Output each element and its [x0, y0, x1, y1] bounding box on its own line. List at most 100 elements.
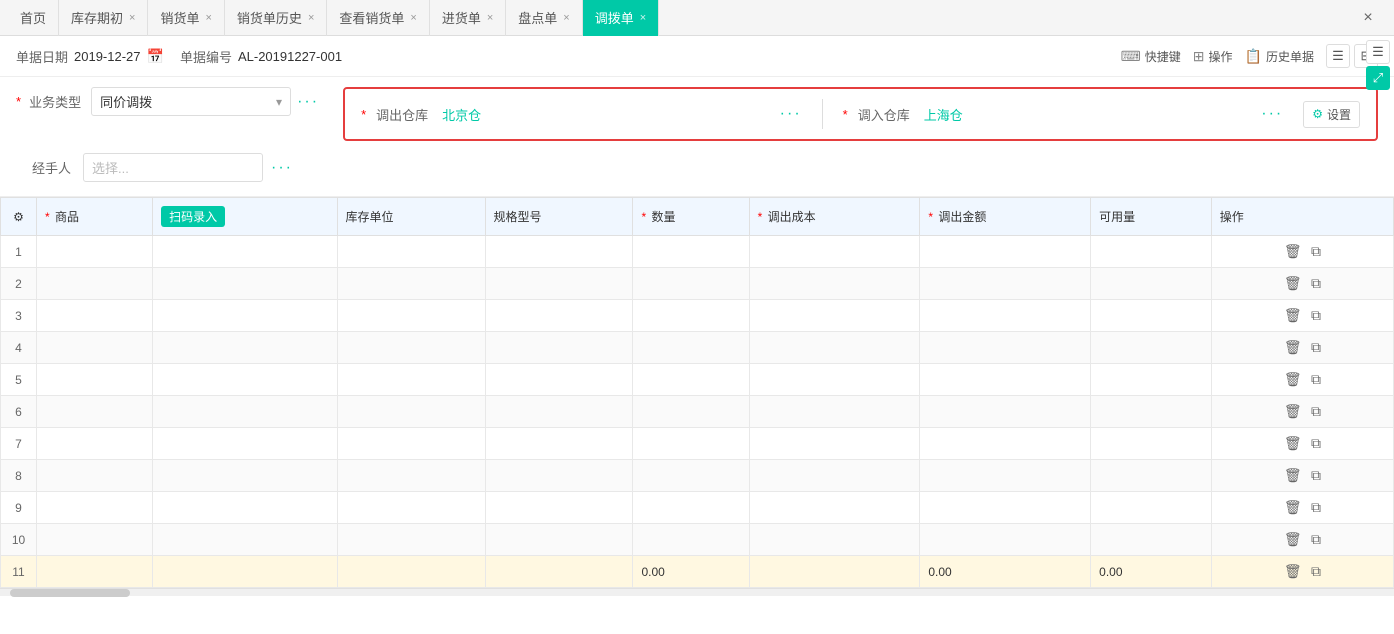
- delete-icon[interactable]: 🗑: [1284, 435, 1302, 451]
- row-num: 2: [1, 268, 37, 300]
- settings-gear-icon: ⚙: [1312, 107, 1323, 121]
- copy-icon[interactable]: ⧉: [1311, 563, 1321, 579]
- row-scan: [153, 236, 337, 268]
- doc-no-label: 单据编号: [180, 47, 232, 66]
- scan-button[interactable]: 扫码录入: [161, 206, 225, 227]
- tab-close-transfer-order[interactable]: ×: [640, 12, 646, 24]
- row-product[interactable]: [37, 236, 153, 268]
- operation-action[interactable]: ⊞ 操作: [1193, 48, 1233, 65]
- copy-icon[interactable]: ⧉: [1311, 275, 1321, 291]
- col-amount: 调出金额: [920, 198, 1091, 236]
- tab-view-sales[interactable]: 查看销货单 ×: [327, 0, 429, 36]
- handler-more-btn[interactable]: ···: [271, 159, 293, 177]
- shortcut-action[interactable]: ⌨ 快捷键: [1121, 48, 1181, 65]
- toolbar-right: ⌨ 快捷键 ⊞ 操作 📋 历史单据 ☰ ⊟: [1121, 44, 1378, 68]
- delete-icon[interactable]: 🗑: [1284, 275, 1302, 291]
- right-sidebar: ☰ ⤢: [1362, 36, 1394, 94]
- copy-icon[interactable]: ⧉: [1311, 435, 1321, 451]
- delete-icon[interactable]: 🗑: [1284, 531, 1302, 547]
- tab-close-inventory-count[interactable]: ×: [563, 12, 569, 24]
- settings-button[interactable]: ⚙ 设置: [1303, 101, 1360, 128]
- row-num: 10: [1, 524, 37, 556]
- copy-icon[interactable]: ⧉: [1311, 467, 1321, 483]
- tab-home[interactable]: 首页: [8, 0, 59, 36]
- copy-icon[interactable]: ⧉: [1311, 531, 1321, 547]
- col-cost: 调出成本: [749, 198, 920, 236]
- col-product: 商品: [37, 198, 153, 236]
- table-container: ⚙ 商品 扫码录入 库存单位 规格型号 数量 调出成本: [0, 197, 1394, 588]
- tab-inventory-count[interactable]: 盘点单 ×: [506, 0, 582, 36]
- tab-transfer-order[interactable]: 调拨单 ×: [583, 0, 659, 36]
- sidebar-expand-icon[interactable]: ⤢: [1366, 66, 1390, 90]
- view-list-icon[interactable]: ☰: [1326, 44, 1350, 68]
- col-ops: 操作: [1211, 198, 1393, 236]
- scroll-thumb[interactable]: [10, 589, 130, 597]
- table-row: 7 🗑 ⧉: [1, 428, 1394, 460]
- table-row: 1 🗑 ⧉: [1, 236, 1394, 268]
- copy-icon[interactable]: ⧉: [1311, 371, 1321, 387]
- row-ops: 🗑 ⧉: [1211, 236, 1393, 268]
- row-ops: 🗑 ⧉: [1211, 396, 1393, 428]
- tab-close-inventory-init[interactable]: ×: [129, 12, 135, 24]
- copy-icon[interactable]: ⧉: [1311, 307, 1321, 323]
- toolbar: 单据日期 2019-12-27 📅 单据编号 AL-20191227-001 ⌨…: [0, 36, 1394, 77]
- table-row: 4 🗑 ⧉: [1, 332, 1394, 364]
- tab-close-sales-history[interactable]: ×: [308, 12, 314, 24]
- date-field-group: 单据日期 2019-12-27 📅: [16, 47, 164, 66]
- tab-sales-order[interactable]: 销货单 ×: [148, 0, 224, 36]
- handler-row: 经手人 选择... ···: [16, 149, 1378, 186]
- row-ops: 🗑 ⧉: [1211, 524, 1393, 556]
- copy-icon[interactable]: ⧉: [1311, 403, 1321, 419]
- tab-close-purchase-order[interactable]: ×: [487, 12, 493, 24]
- operation-icon: ⊞: [1193, 48, 1205, 65]
- transfer-out-label: 调出仓库: [376, 105, 428, 124]
- row-available: [1091, 236, 1212, 268]
- delete-icon[interactable]: 🗑: [1284, 563, 1302, 579]
- doc-no-field-group: 单据编号 AL-20191227-001: [180, 47, 342, 66]
- handler-input[interactable]: 选择...: [83, 153, 263, 182]
- biz-type-more-btn[interactable]: ···: [297, 93, 319, 111]
- tab-close-sales-order[interactable]: ×: [205, 12, 211, 24]
- row-num: 4: [1, 332, 37, 364]
- copy-icon[interactable]: ⧉: [1311, 243, 1321, 259]
- biz-type-field: * 业务类型 同价调拨 ▾ ···: [16, 87, 319, 116]
- transfer-in-more-btn[interactable]: ···: [1261, 105, 1283, 123]
- tab-close-view-sales[interactable]: ×: [410, 12, 416, 24]
- tab-purchase-order[interactable]: 进货单 ×: [430, 0, 506, 36]
- transfer-out-more-btn[interactable]: ···: [780, 105, 802, 123]
- table-row: 2 🗑 ⧉: [1, 268, 1394, 300]
- row-qty[interactable]: [633, 236, 749, 268]
- transfer-out-value[interactable]: 北京仓: [442, 105, 481, 124]
- date-value[interactable]: 2019-12-27: [74, 49, 141, 64]
- delete-icon[interactable]: 🗑: [1284, 467, 1302, 483]
- row-num: 5: [1, 364, 37, 396]
- warehouse-section: * 调出仓库 北京仓 ··· * 调入仓库 上海仓 ··· ⚙ 设置: [343, 87, 1378, 141]
- tab-inventory-init[interactable]: 库存期初 ×: [59, 0, 148, 36]
- copy-icon[interactable]: ⧉: [1311, 339, 1321, 355]
- col-unit: 库存单位: [337, 198, 485, 236]
- sidebar-list-icon[interactable]: ☰: [1366, 40, 1390, 64]
- delete-icon[interactable]: 🗑: [1284, 243, 1302, 259]
- delete-icon[interactable]: 🗑: [1284, 307, 1302, 323]
- window-close-button[interactable]: ×: [1350, 0, 1386, 36]
- row-cost[interactable]: [749, 236, 920, 268]
- horizontal-scrollbar[interactable]: [0, 588, 1394, 596]
- row-num: 7: [1, 428, 37, 460]
- transfer-in-value[interactable]: 上海仓: [924, 105, 963, 124]
- col-gear[interactable]: ⚙: [1, 198, 37, 236]
- table-row: 3 🗑 ⧉: [1, 300, 1394, 332]
- biz-type-input[interactable]: 同价调拨 ▾: [91, 87, 291, 116]
- transfer-in-group: * 调入仓库 上海仓 ···: [843, 105, 1284, 124]
- subtotal-ops: 🗑 ⧉: [1211, 556, 1393, 588]
- table-row: 8 🗑 ⧉: [1, 460, 1394, 492]
- delete-icon[interactable]: 🗑: [1284, 499, 1302, 515]
- calendar-icon[interactable]: 📅: [147, 48, 164, 65]
- delete-icon[interactable]: 🗑: [1284, 403, 1302, 419]
- history-action[interactable]: 📋 历史单据: [1245, 48, 1314, 65]
- subtotal-cost: 0.00: [920, 556, 1091, 588]
- delete-icon[interactable]: 🗑: [1284, 339, 1302, 355]
- tab-sales-history[interactable]: 销货单历史 ×: [225, 0, 327, 36]
- row-num: 6: [1, 396, 37, 428]
- delete-icon[interactable]: 🗑: [1284, 371, 1302, 387]
- copy-icon[interactable]: ⧉: [1311, 499, 1321, 515]
